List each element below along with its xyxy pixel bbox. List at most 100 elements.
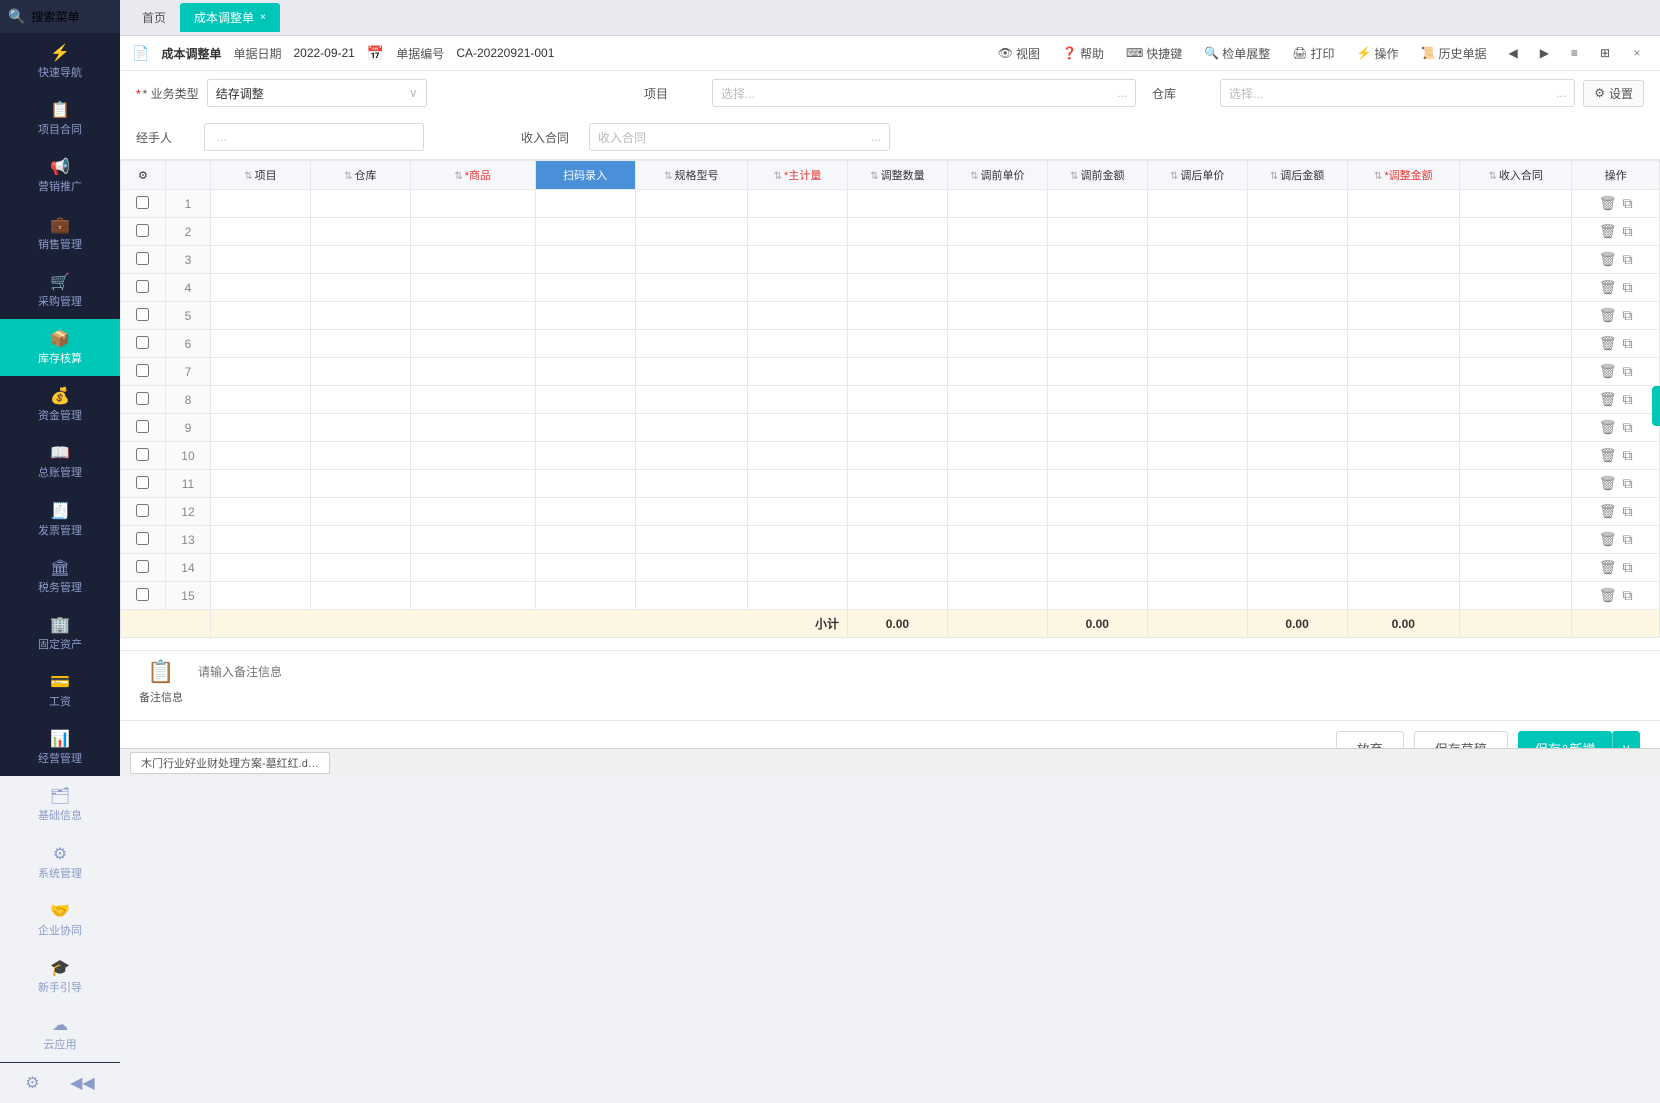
row-spec-cell[interactable] xyxy=(635,218,747,246)
warehouse-input[interactable]: 选择... ... xyxy=(1220,79,1575,107)
row-after-amount-cell[interactable] xyxy=(1247,442,1347,470)
row-spec-cell[interactable] xyxy=(635,330,747,358)
copy-row-icon[interactable]: ⧉ xyxy=(1623,447,1633,464)
row-checkbox-cell[interactable] xyxy=(121,218,166,246)
delete-row-icon[interactable]: 🗑 xyxy=(1599,587,1617,604)
row-scan-cell[interactable] xyxy=(535,470,635,498)
row-scan-cell[interactable] xyxy=(535,498,635,526)
row-warehouse-cell[interactable] xyxy=(310,414,410,442)
row-scan-cell[interactable] xyxy=(535,358,635,386)
row-after-price-cell[interactable] xyxy=(1147,498,1247,526)
copy-row-icon[interactable]: ⧉ xyxy=(1623,419,1633,436)
row-checkbox-cell[interactable] xyxy=(121,554,166,582)
col-before-amount-header[interactable]: ⇅调前金额 xyxy=(1047,161,1147,190)
row-spec-cell[interactable] xyxy=(635,414,747,442)
row-checkbox-cell[interactable] xyxy=(121,470,166,498)
row-income-cell[interactable] xyxy=(1459,498,1571,526)
delete-row-icon[interactable]: 🗑 xyxy=(1599,223,1617,240)
delete-row-icon[interactable]: 🗑 xyxy=(1599,195,1617,212)
window-close-button[interactable]: × xyxy=(1626,42,1648,64)
row-before-price-cell[interactable] xyxy=(947,330,1047,358)
row-before-price-cell[interactable] xyxy=(947,526,1047,554)
row-unit-cell[interactable] xyxy=(748,526,848,554)
row-before-price-cell[interactable] xyxy=(947,554,1047,582)
col-after-amount-header[interactable]: ⇅调后金额 xyxy=(1247,161,1347,190)
row-checkbox[interactable] xyxy=(136,280,149,293)
sidebar-item-enterprise[interactable]: 🤝 企业协同 xyxy=(0,891,120,948)
row-checkbox-cell[interactable] xyxy=(121,526,166,554)
row-checkbox[interactable] xyxy=(136,392,149,405)
row-spec-cell[interactable] xyxy=(635,358,747,386)
row-project-cell[interactable] xyxy=(210,414,310,442)
row-unit-cell[interactable] xyxy=(748,470,848,498)
row-before-amount-cell[interactable] xyxy=(1047,554,1147,582)
col-goods-header[interactable]: ⇅*商品 xyxy=(410,161,535,190)
row-adjust-amount-cell[interactable] xyxy=(1347,330,1459,358)
row-before-amount-cell[interactable] xyxy=(1047,386,1147,414)
row-before-amount-cell[interactable] xyxy=(1047,582,1147,610)
row-after-amount-cell[interactable] xyxy=(1247,498,1347,526)
handler-input[interactable]: ... xyxy=(204,123,424,151)
row-checkbox-cell[interactable] xyxy=(121,302,166,330)
sidebar-item-base-info[interactable]: 🗂 基础信息 xyxy=(0,776,120,833)
row-before-price-cell[interactable] xyxy=(947,498,1047,526)
row-checkbox-cell[interactable] xyxy=(121,414,166,442)
row-adjust-amount-cell[interactable] xyxy=(1347,190,1459,218)
row-after-price-cell[interactable] xyxy=(1147,190,1247,218)
col-income-header[interactable]: ⇅收入合同 xyxy=(1459,161,1571,190)
row-goods-cell[interactable] xyxy=(410,246,535,274)
row-after-price-cell[interactable] xyxy=(1147,246,1247,274)
col-warehouse-header[interactable]: ⇅仓库 xyxy=(310,161,410,190)
row-spec-cell[interactable] xyxy=(635,554,747,582)
row-unit-cell[interactable] xyxy=(748,414,848,442)
sidebar-item-ledger-mgmt[interactable]: 📖 总账管理 xyxy=(0,433,120,490)
sidebar-item-tax-mgmt[interactable]: 🏛 税务管理 xyxy=(0,548,120,605)
row-checkbox[interactable] xyxy=(136,420,149,433)
row-after-amount-cell[interactable] xyxy=(1247,526,1347,554)
row-spec-cell[interactable] xyxy=(635,190,747,218)
action-button[interactable]: ⚡ 操作 xyxy=(1351,43,1405,64)
row-checkbox[interactable] xyxy=(136,252,149,265)
row-goods-cell[interactable] xyxy=(410,218,535,246)
row-before-amount-cell[interactable] xyxy=(1047,190,1147,218)
row-adjust-amount-cell[interactable] xyxy=(1347,302,1459,330)
row-income-cell[interactable] xyxy=(1459,358,1571,386)
row-unit-cell[interactable] xyxy=(748,274,848,302)
row-goods-cell[interactable] xyxy=(410,190,535,218)
row-checkbox[interactable] xyxy=(136,532,149,545)
row-warehouse-cell[interactable] xyxy=(310,498,410,526)
row-spec-cell[interactable] xyxy=(635,582,747,610)
row-after-price-cell[interactable] xyxy=(1147,330,1247,358)
row-income-cell[interactable] xyxy=(1459,526,1571,554)
col-adjust-amount-header[interactable]: ⇅*调整金额 xyxy=(1347,161,1459,190)
row-after-amount-cell[interactable] xyxy=(1247,470,1347,498)
row-goods-cell[interactable] xyxy=(410,274,535,302)
row-after-amount-cell[interactable] xyxy=(1247,414,1347,442)
row-checkbox[interactable] xyxy=(136,504,149,517)
row-after-price-cell[interactable] xyxy=(1147,358,1247,386)
copy-row-icon[interactable]: ⧉ xyxy=(1623,251,1633,268)
row-goods-cell[interactable] xyxy=(410,386,535,414)
row-before-price-cell[interactable] xyxy=(947,358,1047,386)
row-income-cell[interactable] xyxy=(1459,190,1571,218)
row-scan-cell[interactable] xyxy=(535,526,635,554)
row-spec-cell[interactable] xyxy=(635,526,747,554)
row-checkbox[interactable] xyxy=(136,308,149,321)
row-after-amount-cell[interactable] xyxy=(1247,246,1347,274)
row-spec-cell[interactable] xyxy=(635,498,747,526)
row-warehouse-cell[interactable] xyxy=(310,358,410,386)
row-after-price-cell[interactable] xyxy=(1147,470,1247,498)
row-warehouse-cell[interactable] xyxy=(310,582,410,610)
row-scan-cell[interactable] xyxy=(535,246,635,274)
row-scan-cell[interactable] xyxy=(535,414,635,442)
copy-row-icon[interactable]: ⧉ xyxy=(1623,223,1633,240)
row-income-cell[interactable] xyxy=(1459,442,1571,470)
income-contract-input[interactable]: 收入合同 ... xyxy=(589,123,890,151)
row-income-cell[interactable] xyxy=(1459,330,1571,358)
row-qty-cell[interactable] xyxy=(847,414,947,442)
row-qty-cell[interactable] xyxy=(847,498,947,526)
sidebar-item-sales-mgmt[interactable]: 💼 销售管理 xyxy=(0,205,120,262)
row-checkbox-cell[interactable] xyxy=(121,190,166,218)
row-project-cell[interactable] xyxy=(210,442,310,470)
row-before-price-cell[interactable] xyxy=(947,386,1047,414)
